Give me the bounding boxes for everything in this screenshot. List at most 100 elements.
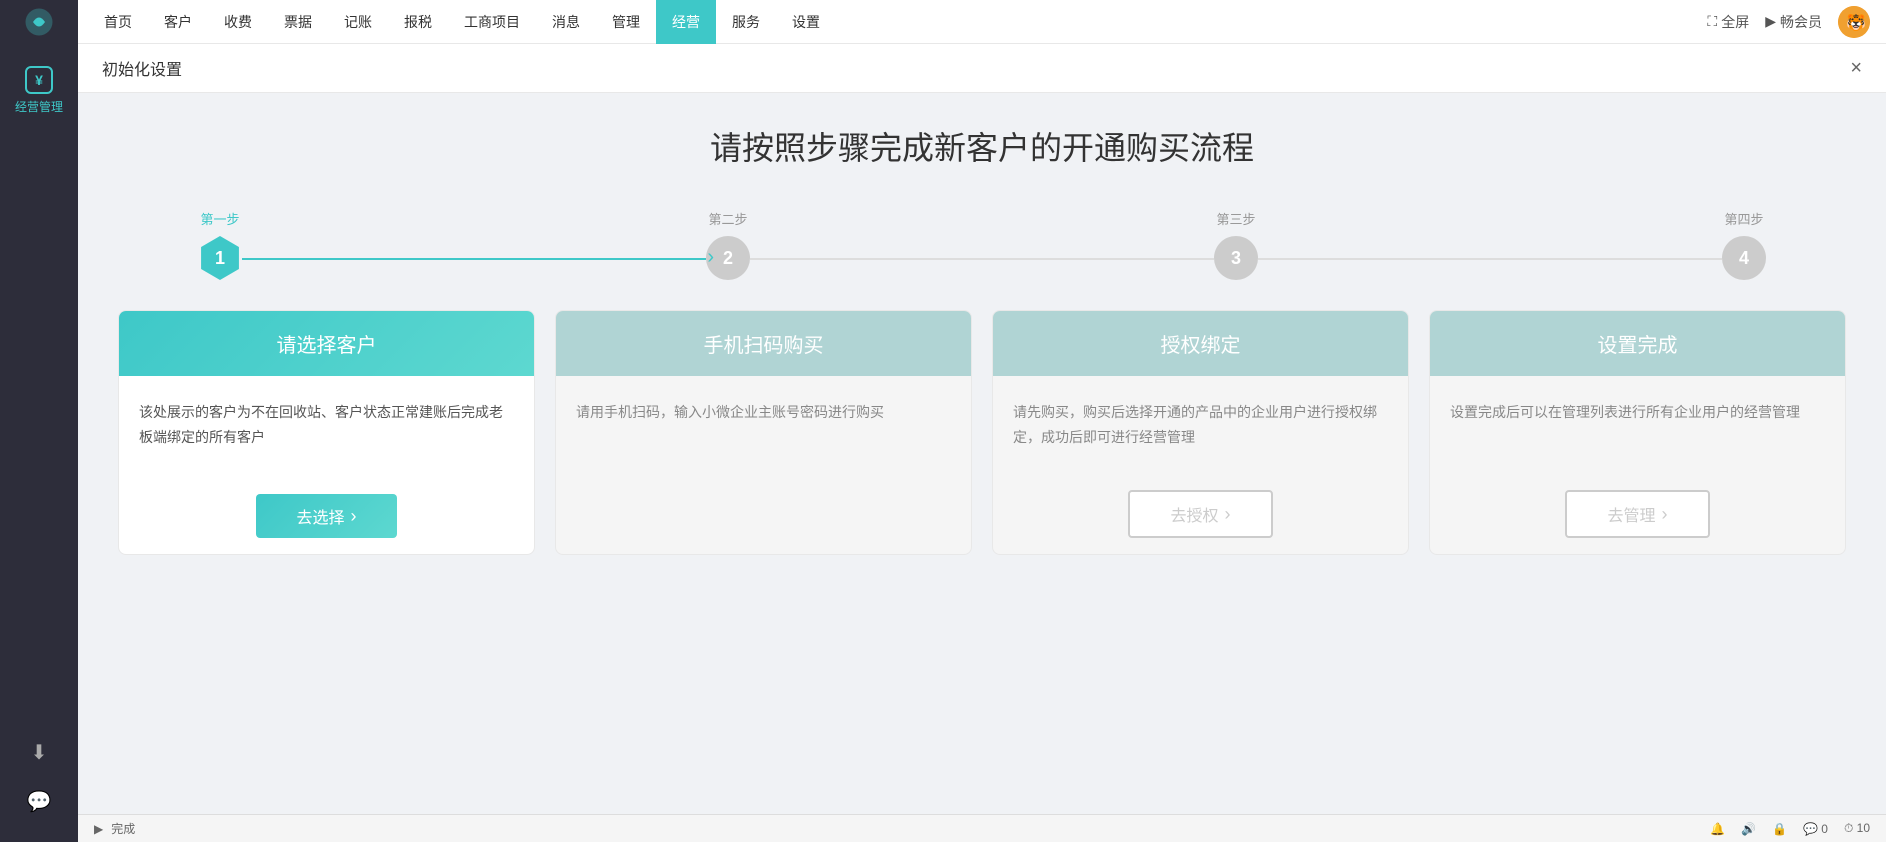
card-3-btn-arrow: › [1225,504,1231,525]
card-1: 请选择客户 该处展示的客户为不在回收站、客户状态正常建账后完成老板端绑定的所有客… [118,310,535,555]
nav-settings[interactable]: 设置 [776,0,836,44]
nav-right: ⛶ 全屏 ▶ 畅会员 🐯 [1707,6,1886,38]
play-icon: ▶ [1765,13,1776,30]
card-1-body: 该处展示的客户为不在回收站、客户状态正常建账后完成老板端绑定的所有客户 [119,376,534,478]
card-4-text: 设置完成后可以在管理列表进行所有企业用户的经营管理 [1450,404,1800,420]
fullscreen-btn[interactable]: ⛶ 全屏 [1707,12,1749,32]
card-4-body: 设置完成后可以在管理列表进行所有企业用户的经营管理 [1430,376,1845,474]
nav-tax[interactable]: 报税 [388,0,448,44]
status-bar: ▶ 完成 🔔 🔊 🔒 💬 0 ⏱ 10 [78,814,1886,842]
nav-home[interactable]: 首页 [88,0,148,44]
nav-service[interactable]: 服务 [716,0,776,44]
step-2-label: 第二步 [708,209,747,228]
card-3-title: 授权绑定 [1161,335,1241,357]
volume-icon: 🔊 [1741,822,1756,836]
sidebar-bottom: ⬇ 💬 [27,732,52,842]
step-3: 第三步 3 [1214,209,1258,280]
step-1: 第一步 1 [198,209,242,280]
card-2-text: 请用手机扫码，输入小微企业主账号密码进行购买 [576,404,884,420]
card-3: 授权绑定 请先购买，购买后选择开通的产品中的企业用户进行授权绑定，成功后即可进行… [992,310,1409,555]
cards-row: 请选择客户 该处展示的客户为不在回收站、客户状态正常建账后完成老板端绑定的所有客… [118,310,1846,555]
bell-icon: 🔔 [1710,822,1725,836]
card-2-body: 请用手机扫码，输入小微企业主账号密码进行购买 [556,376,971,484]
step-3-label: 第三步 [1216,209,1255,228]
card-3-body: 请先购买，购买后选择开通的产品中的企业用户进行授权绑定，成功后即可进行经营管理 [993,376,1408,474]
card-3-header: 授权绑定 [993,311,1408,376]
arrow-3: › [1723,246,1730,269]
nav-items: 首页 客户 收费 票据 记账 报税 工商项目 消息 管理 经营 服务 设置 [78,0,1707,44]
big-title: 请按照步骤完成新客户的开通购买流程 [118,123,1846,169]
card-4-btn: 去管理 › [1565,490,1709,538]
content-area: 初始化设置 × 请按照步骤完成新客户的开通购买流程 第一步 1 › [78,44,1886,842]
member-btn[interactable]: ▶ 畅会员 [1765,12,1822,32]
support-icon: 💬 [27,789,52,814]
page-header: 初始化设置 × [78,44,1886,93]
nav-account[interactable]: 记账 [328,0,388,44]
logo [0,0,78,44]
fullscreen-icon: ⛶ [1707,13,1717,30]
card-1-btn[interactable]: 去选择 › [256,494,396,538]
step-4-label: 第四步 [1724,209,1763,228]
download-icon: ⬇ [31,740,48,765]
step-4: 第四步 4 [1722,209,1766,280]
arrow-1: › [707,246,714,269]
step-2: 第二步 2 [706,209,750,280]
card-1-footer: 去选择 › [119,478,534,554]
card-4-title: 设置完成 [1598,335,1678,357]
sidebar-item-label: 经营管理 [15,98,63,115]
nav-biz[interactable]: 工商项目 [448,0,536,44]
nav-invoice[interactable]: 票据 [268,0,328,44]
nav-customer[interactable]: 客户 [148,0,208,44]
member-label: 畅会员 [1780,12,1822,32]
avatar[interactable]: 🐯 [1838,6,1870,38]
play-status-icon: ▶ [94,822,103,836]
step-1-circle: 1 [198,236,242,280]
arrow-2: › [1215,246,1222,269]
card-4: 设置完成 设置完成后可以在管理列表进行所有企业用户的经营管理 去管理 › [1429,310,1846,555]
top-nav: 首页 客户 收费 票据 记账 报税 工商项目 消息 管理 经营 服务 设置 ⛶ … [0,0,1886,44]
card-3-btn: 去授权 › [1128,490,1272,538]
nav-message[interactable]: 消息 [536,0,596,44]
operation-icon: ¥ [25,66,53,94]
steps-container: 第一步 1 › 第二步 2 › [118,209,1846,280]
nav-fee[interactable]: 收费 [208,0,268,44]
card-1-btn-arrow: › [351,506,357,527]
sidebar-item-operation[interactable]: ¥ 经营管理 [0,54,78,127]
card-3-text: 请先购买，购买后选择开通的产品中的企业用户进行授权绑定，成功后即可进行经营管理 [1013,404,1377,445]
card-2-title: 手机扫码购买 [704,335,824,357]
card-2-footer [556,484,971,554]
card-1-header: 请选择客户 [119,311,534,376]
sidebar-support[interactable]: 💬 [27,781,52,822]
card-3-btn-label: 去授权 [1170,502,1218,526]
connector-3: › [1258,258,1722,260]
card-1-btn-label: 去选择 [296,504,344,528]
nav-operation[interactable]: 经营 [656,0,716,44]
card-4-btn-arrow: › [1662,504,1668,525]
connector-1: › [242,258,706,260]
card-1-title: 请选择客户 [277,335,377,357]
msg-count: 💬 0 [1803,822,1828,836]
card-4-header: 设置完成 [1430,311,1845,376]
card-3-footer: 去授权 › [993,474,1408,554]
connector-2: › [750,258,1214,260]
lock-icon: 🔒 [1772,822,1787,836]
status-bar-right: 🔔 🔊 🔒 💬 0 ⏱ 10 [1710,821,1870,836]
sidebar: ¥ 经营管理 ⬇ 💬 [0,44,78,842]
status-bar-left: ▶ 完成 [94,820,135,837]
main-layout: ¥ 经营管理 ⬇ 💬 初始化设置 × 请按照步骤完成新客户的开通购买流程 [0,44,1886,842]
sidebar-download[interactable]: ⬇ [27,732,52,773]
card-4-footer: 去管理 › [1430,474,1845,554]
card-2-header: 手机扫码购买 [556,311,971,376]
close-button[interactable]: × [1850,58,1862,78]
timer: ⏱ 10 [1844,821,1870,836]
nav-manage[interactable]: 管理 [596,0,656,44]
fullscreen-label: 全屏 [1721,12,1749,32]
page-title: 初始化设置 [102,56,182,80]
status-text: 完成 [111,820,135,837]
card-1-text: 该处展示的客户为不在回收站、客户状态正常建账后完成老板端绑定的所有客户 [139,404,503,445]
step-1-label: 第一步 [200,209,239,228]
page-content: 请按照步骤完成新客户的开通购买流程 第一步 1 › 第二步 [78,93,1886,814]
card-4-btn-label: 去管理 [1607,502,1655,526]
card-2: 手机扫码购买 请用手机扫码，输入小微企业主账号密码进行购买 [555,310,972,555]
svg-text:🐯: 🐯 [1846,13,1866,32]
